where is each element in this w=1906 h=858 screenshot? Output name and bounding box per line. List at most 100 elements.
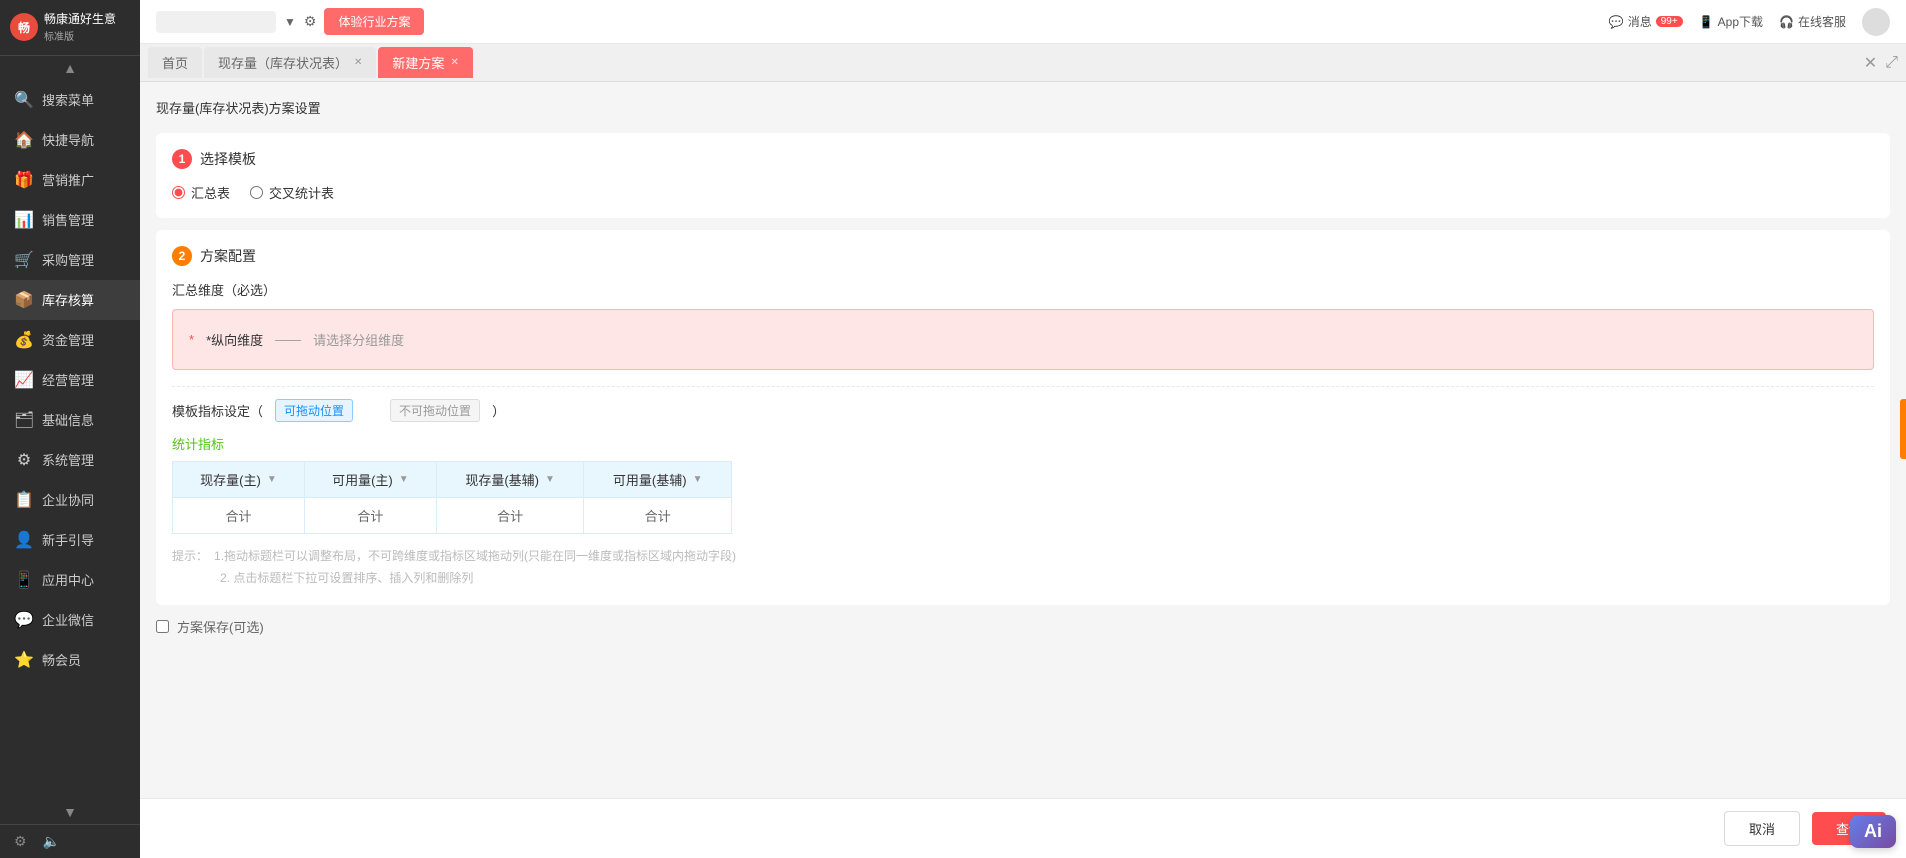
col-label-3: 可用量(基辅) bbox=[613, 470, 687, 489]
online-support-btn[interactable]: 🎧 在线客服 bbox=[1779, 13, 1846, 30]
sidebar-item-marketing[interactable]: 🎁 营销推广 bbox=[0, 160, 140, 200]
messages-btn[interactable]: 💬 消息 99+ bbox=[1609, 13, 1683, 30]
sidebar-item-corporate[interactable]: 📋 企业协同 bbox=[0, 480, 140, 520]
table-row: 合计 合计 合计 合计 bbox=[173, 498, 732, 534]
sidebar-item-app-center[interactable]: 📱 应用中心 bbox=[0, 560, 140, 600]
cell-0-2: 合计 bbox=[436, 498, 584, 534]
tip-2: 2. 点击标题栏下拉可设置排序、插入列和删除列 bbox=[172, 568, 1874, 590]
section1-header: 1 选择模板 bbox=[172, 149, 1874, 169]
sidebar-item-label: 系统管理 bbox=[42, 450, 94, 469]
scroll-handle[interactable] bbox=[1900, 399, 1906, 459]
tip-1: 1.拖动标题栏可以调整布局，不可跨维度或指标区域拖动列(只能在同一维度或指标区域… bbox=[214, 549, 736, 563]
app-download-btn[interactable]: 📱 App下载 bbox=[1699, 13, 1763, 30]
tab-inventory-close[interactable]: ✕ bbox=[354, 57, 362, 68]
col-header-3[interactable]: 可用量(基辅) ▼ bbox=[584, 462, 732, 498]
indicator-settings-suffix: ） bbox=[492, 401, 505, 420]
radio-summary-label: 汇总表 bbox=[191, 183, 230, 202]
table-row-header: 现存量(主) ▼ 可用量(主) ▼ bbox=[173, 462, 732, 498]
col-label-2: 现存量(基辅) bbox=[465, 470, 539, 489]
radio-cross-input[interactable] bbox=[250, 186, 263, 199]
tab-new-scheme[interactable]: 新建方案 ✕ bbox=[378, 47, 472, 78]
stats-table-head: 现存量(主) ▼ 可用量(主) ▼ bbox=[173, 462, 732, 498]
col-arrow-3: ▼ bbox=[693, 474, 703, 485]
dropdown-icon[interactable]: ▼ bbox=[284, 15, 296, 29]
sidebar-item-label: 企业协同 bbox=[42, 490, 94, 509]
radio-cross-label: 交叉统计表 bbox=[269, 183, 334, 202]
search-input[interactable] bbox=[156, 11, 276, 33]
col-header-0[interactable]: 现存量(主) ▼ bbox=[173, 462, 305, 498]
tips: 提示： 1.拖动标题栏可以调整布局，不可跨维度或指标区域拖动列(只能在同一维度或… bbox=[172, 546, 1874, 589]
dimension-box[interactable]: * *纵向维度 —— 请选择分组维度 bbox=[172, 309, 1874, 370]
tab-inventory-status[interactable]: 现存量（库存状况表） ✕ bbox=[204, 47, 376, 78]
tab-new-scheme-close[interactable]: ✕ bbox=[450, 57, 458, 68]
sidebar-footer: ⚙ 🔈 bbox=[0, 824, 140, 858]
tab-collapse-icon[interactable]: ✕ bbox=[1864, 53, 1877, 73]
sidebar-item-system[interactable]: ⚙ 系统管理 bbox=[0, 440, 140, 480]
sidebar-item-sales[interactable]: 📊 销售管理 bbox=[0, 200, 140, 240]
col-arrow-2: ▼ bbox=[545, 474, 555, 485]
save-checkbox[interactable] bbox=[156, 620, 169, 633]
message-icon: 💬 bbox=[1609, 15, 1624, 29]
wechat-icon: 💬 bbox=[14, 610, 34, 630]
sidebar-item-label: 企业微信 bbox=[42, 610, 94, 629]
settings-icon[interactable]: ⚙ bbox=[14, 833, 27, 850]
sidebar-item-label: 基础信息 bbox=[42, 410, 94, 429]
ai-badge[interactable]: Ai bbox=[1850, 815, 1896, 848]
mobile-icon: 📱 bbox=[14, 570, 34, 590]
sidebar: 畅 畅康通好生意 标准版 ▲ 🔍 搜索菜单 🏠 快捷导航 🎁 营销推广 📊 销售… bbox=[0, 0, 140, 858]
sidebar-item-new-user[interactable]: 👤 新手引导 bbox=[0, 520, 140, 560]
sidebar-item-purchase[interactable]: 🛒 采购管理 bbox=[0, 240, 140, 280]
sidebar-scroll-down[interactable]: ▼ bbox=[0, 800, 140, 824]
trial-button[interactable]: 体验行业方案 bbox=[324, 8, 424, 35]
sidebar-item-wechat[interactable]: 💬 企业微信 bbox=[0, 600, 140, 640]
user-avatar[interactable] bbox=[1862, 8, 1890, 36]
sidebar-item-label: 快捷导航 bbox=[42, 130, 94, 149]
col-label-0: 现存量(主) bbox=[200, 470, 261, 489]
topbar-gear-icon[interactable]: ⚙ bbox=[304, 13, 317, 30]
tab-expand-icon[interactable]: ⤢ bbox=[1885, 54, 1898, 72]
cell-0-1: 合计 bbox=[304, 498, 436, 534]
app-logo: 畅 畅康通好生意 标准版 bbox=[0, 0, 140, 56]
vertical-dimension-label: *纵向维度 bbox=[206, 330, 263, 349]
home-icon: 🏠 bbox=[14, 130, 34, 150]
sidebar-nav: 🔍 搜索菜单 🏠 快捷导航 🎁 营销推广 📊 销售管理 🛒 采购管理 📦 库存核… bbox=[0, 80, 140, 800]
app-name: 畅康通好生意 bbox=[44, 12, 116, 28]
sidebar-item-label: 新手引导 bbox=[42, 530, 94, 549]
cart-icon: 🛒 bbox=[14, 250, 34, 270]
sidebar-item-operations[interactable]: 📈 经营管理 bbox=[0, 360, 140, 400]
tip-2-text: 2. 点击标题栏下拉可设置排序、插入列和删除列 bbox=[220, 571, 473, 585]
sidebar-item-inventory[interactable]: 📦 库存核算 bbox=[0, 280, 140, 320]
col-header-1[interactable]: 可用量(主) ▼ bbox=[304, 462, 436, 498]
radio-summary-input[interactable] bbox=[172, 186, 185, 199]
col-arrow-1: ▼ bbox=[399, 474, 409, 485]
radio-cross[interactable]: 交叉统计表 bbox=[250, 183, 334, 202]
bottom-bar: 取消 查询 bbox=[140, 798, 1906, 858]
sidebar-scroll-up[interactable]: ▲ bbox=[0, 56, 140, 80]
phone-icon: 📱 bbox=[1699, 15, 1714, 29]
volume-icon[interactable]: 🔈 bbox=[43, 833, 60, 850]
sidebar-item-membership[interactable]: ⭐ 畅会员 bbox=[0, 640, 140, 680]
section2-header: 2 方案配置 bbox=[172, 246, 1874, 266]
folder-icon: 🗂 bbox=[14, 410, 34, 430]
cancel-button[interactable]: 取消 bbox=[1724, 811, 1800, 846]
gift-icon: 🎁 bbox=[14, 170, 34, 190]
tab-home[interactable]: 首页 bbox=[148, 47, 202, 78]
gear-icon: ⚙ bbox=[14, 450, 34, 470]
sidebar-item-quick-nav[interactable]: 🏠 快捷导航 bbox=[0, 120, 140, 160]
tabbar: 首页 现存量（库存状况表） ✕ 新建方案 ✕ ✕ ⤢ bbox=[140, 44, 1906, 82]
col-header-2[interactable]: 现存量(基辅) ▼ bbox=[436, 462, 584, 498]
dimension-dash: —— bbox=[275, 332, 301, 347]
sidebar-item-search[interactable]: 🔍 搜索菜单 bbox=[0, 80, 140, 120]
dimension-label: 汇总维度（必选） bbox=[172, 280, 1874, 299]
star-icon: ⭐ bbox=[14, 650, 34, 670]
radio-summary[interactable]: 汇总表 bbox=[172, 183, 230, 202]
user-icon: 👤 bbox=[14, 530, 34, 550]
money-icon: 💰 bbox=[14, 330, 34, 350]
page-title: 现存量(库存状况表)方案设置 bbox=[156, 98, 1890, 117]
sidebar-item-finance[interactable]: 💰 资金管理 bbox=[0, 320, 140, 360]
section2-num: 2 bbox=[172, 246, 192, 266]
stats-section: 统计指标 现存量(主) ▼ 可用量 bbox=[172, 434, 1874, 534]
topbar: ▼ ⚙ 体验行业方案 💬 消息 99+ 📱 App下载 🎧 在线客服 bbox=[140, 0, 1906, 44]
sidebar-item-label: 库存核算 bbox=[42, 290, 94, 309]
sidebar-item-basic-info[interactable]: 🗂 基础信息 bbox=[0, 400, 140, 440]
